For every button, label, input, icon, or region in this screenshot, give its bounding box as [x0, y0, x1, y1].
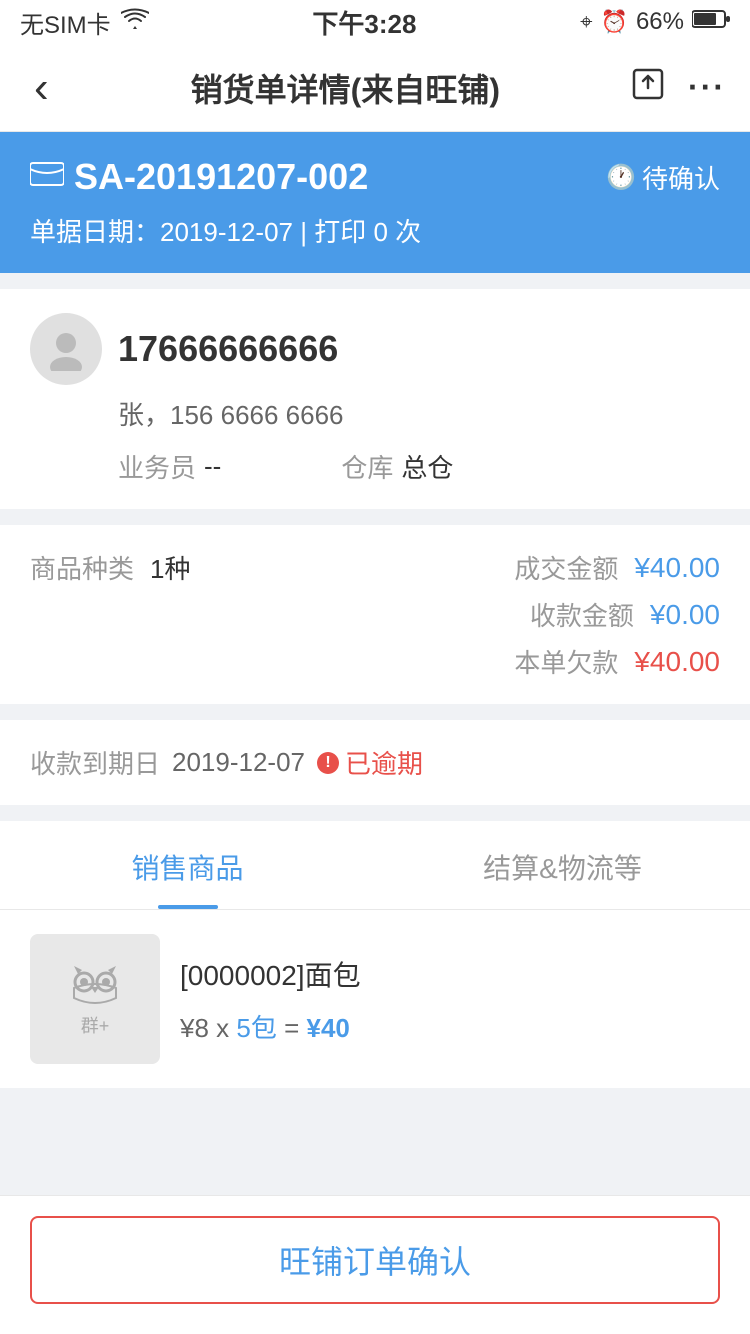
- product-thumbnail: 群+: [30, 934, 160, 1064]
- product-item: 群+ [0000002]面包 ¥8 x 5包 = ¥40: [0, 910, 750, 1088]
- status-bar: 无SIM卡 下午3:28 ⌖ ⏰ 66%: [0, 0, 750, 44]
- owed-amount-value: ¥40.00: [634, 646, 720, 678]
- receipt-amount-value: ¥0.00: [650, 599, 720, 631]
- overdue-badge: ! 已逾期: [317, 744, 423, 781]
- sim-text: 无SIM卡: [20, 5, 111, 40]
- clock-icon: 🕐: [606, 163, 636, 192]
- share-icon[interactable]: [632, 68, 664, 108]
- order-status: 🕐 待确认: [606, 159, 720, 196]
- order-icon: [30, 159, 64, 195]
- battery-icon: [692, 8, 730, 36]
- product-qty: 5包: [236, 1013, 276, 1043]
- customer-meta: 业务员 -- 仓库 总仓: [118, 448, 720, 485]
- customer-name: 张，156 6666 6666: [118, 395, 720, 432]
- overdue-icon: !: [317, 752, 339, 774]
- owed-amount-row: 本单欠款 ¥40.00: [514, 643, 720, 680]
- summary-section: 商品种类 1种 成交金额 ¥40.00 收款金额 ¥0.00 本单欠款 ¥40.…: [0, 525, 750, 704]
- due-section: 收款到期日 2019-12-07 ! 已逾期: [0, 720, 750, 805]
- product-list: 群+ [0000002]面包 ¥8 x 5包 = ¥40: [0, 910, 750, 1088]
- deal-amount-value: ¥40.00: [634, 552, 720, 584]
- sales-meta: 业务员 --: [118, 448, 221, 485]
- product-total: ¥40: [307, 1013, 350, 1043]
- page-title: 销货单详情(来自旺铺): [59, 65, 632, 111]
- product-info: [0000002]面包 ¥8 x 5包 = ¥40: [180, 954, 720, 1045]
- status-time: 下午3:28: [312, 4, 416, 41]
- tab-settlement[interactable]: 结算&物流等: [375, 821, 750, 909]
- product-price-line: ¥8 x 5包 = ¥40: [180, 1008, 720, 1045]
- tabs-section: 销售商品 结算&物流等: [0, 821, 750, 1088]
- nav-bar: ‹ 销货单详情(来自旺铺) ···: [0, 44, 750, 132]
- customer-phone: 17666666666: [118, 328, 338, 370]
- location-icon: ⌖: [580, 9, 592, 35]
- confirm-button[interactable]: 旺铺订单确认: [30, 1216, 720, 1304]
- thumb-plus-text: 群+: [81, 1012, 110, 1038]
- tabs-bar: 销售商品 结算&物流等: [0, 821, 750, 910]
- product-type: 商品种类 1种: [30, 549, 190, 586]
- warehouse-meta: 仓库 总仓: [341, 448, 453, 485]
- alarm-icon: ⏰: [601, 9, 628, 35]
- status-left: 无SIM卡: [20, 5, 149, 40]
- receipt-amount-row: 收款金额 ¥0.00: [530, 596, 720, 633]
- battery-text: 66%: [636, 8, 684, 36]
- order-id: SA-20191207-002: [30, 156, 368, 198]
- customer-section: 17666666666 张，156 6666 6666 业务员 -- 仓库 总仓: [0, 289, 750, 509]
- tab-sales-products[interactable]: 销售商品: [0, 821, 375, 909]
- deal-amount-row: 成交金额 ¥40.00: [514, 549, 720, 586]
- due-date-value: 2019-12-07: [172, 747, 305, 778]
- nav-actions: ···: [632, 68, 726, 108]
- order-date-line: 单据日期：2019-12-07 | 打印 0 次: [30, 212, 720, 249]
- product-name: [0000002]面包: [180, 954, 720, 994]
- order-header: SA-20191207-002 🕐 待确认 单据日期：2019-12-07 | …: [0, 132, 750, 273]
- status-right: ⌖ ⏰ 66%: [580, 8, 730, 36]
- bottom-bar: 旺铺订单确认: [0, 1195, 750, 1334]
- overdue-text: 已逾期: [345, 744, 423, 781]
- wifi-icon: [121, 8, 149, 37]
- more-icon[interactable]: ···: [688, 69, 726, 106]
- customer-avatar: [30, 313, 102, 385]
- amount-summary: 成交金额 ¥40.00 收款金额 ¥0.00 本单欠款 ¥40.00: [514, 549, 720, 680]
- back-button[interactable]: ‹: [24, 53, 59, 123]
